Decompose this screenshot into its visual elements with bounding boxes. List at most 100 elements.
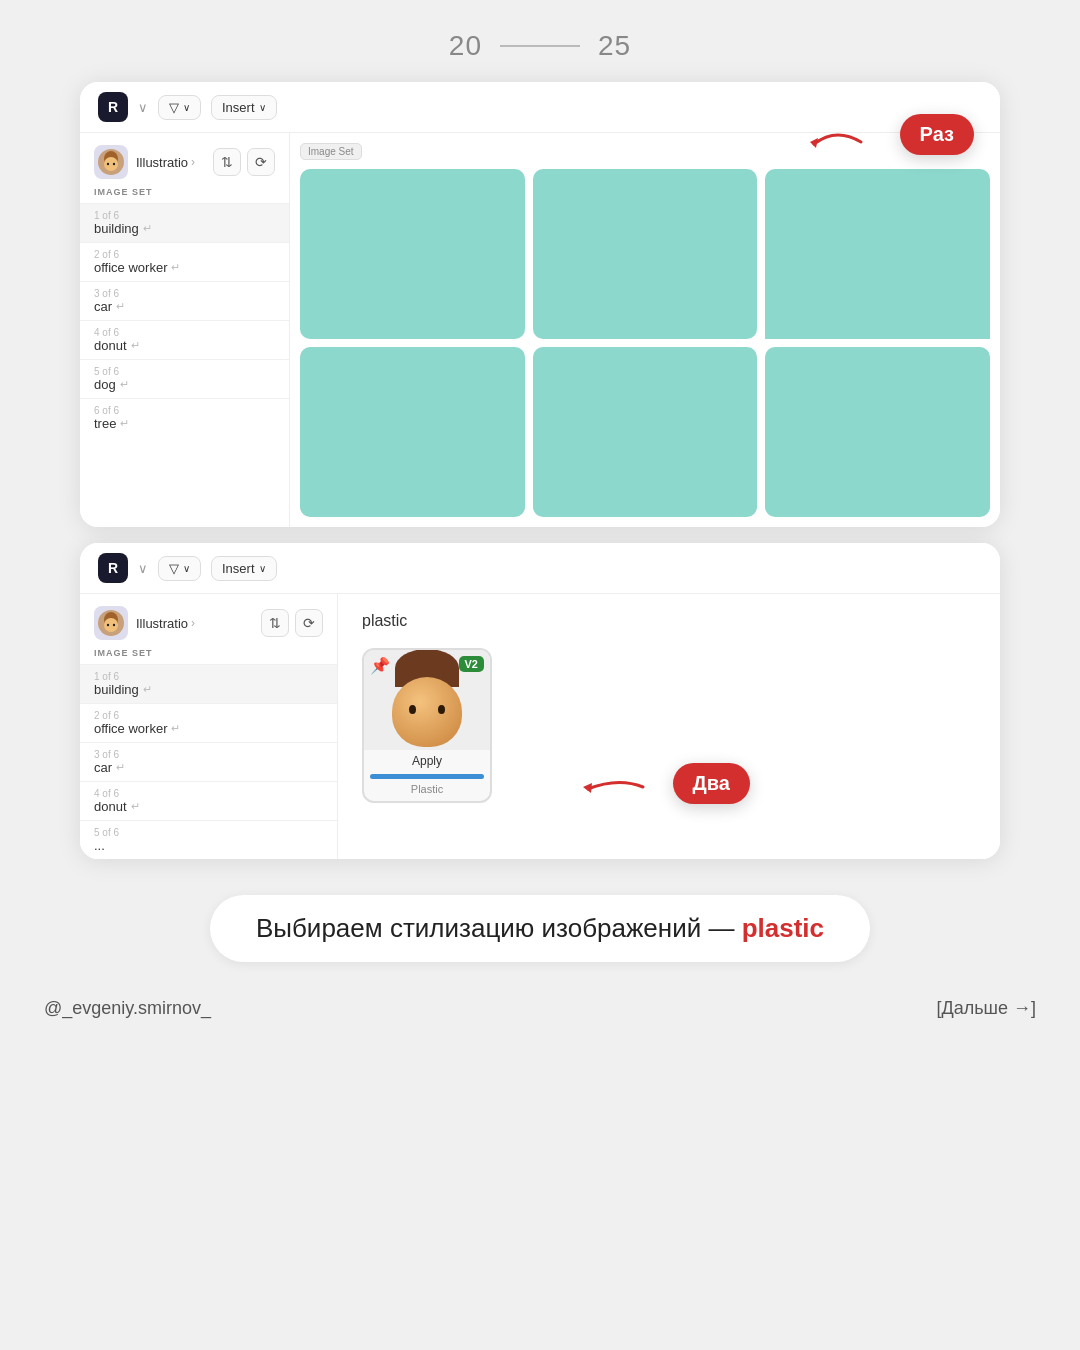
- footer-next[interactable]: [Дальше →]: [936, 998, 1036, 1019]
- return-icon: ↵: [120, 417, 129, 430]
- raz-bubble: Раз: [900, 114, 974, 155]
- sidebar-thumbnail: [94, 145, 128, 179]
- sidebar-list: 1 of 6 building ↵ 2 of 6 office worker ↵…: [80, 203, 289, 437]
- item-text: office worker ↵: [94, 721, 323, 742]
- panel2-content: plastic 📌 V2: [338, 594, 1000, 859]
- item-text: building ↵: [94, 221, 275, 242]
- toolbar-logo[interactable]: R: [98, 92, 128, 122]
- toolbar2-filter-btn[interactable]: ▽ ∨: [158, 556, 201, 581]
- image-cell: [533, 347, 758, 517]
- item-text: ...: [94, 838, 323, 859]
- pin-icon: 📌: [370, 656, 390, 675]
- item-num: 2 of 6: [94, 704, 323, 721]
- sidebar2-tag: IMAGE SET: [80, 648, 337, 664]
- insert-chevron-icon: ∨: [259, 102, 266, 113]
- sidebar2-actions: ⇅ ⟳: [261, 609, 323, 637]
- insert2-label: Insert: [222, 561, 255, 576]
- list-item[interactable]: 4 of 6 donut ↵: [80, 781, 337, 820]
- svg-point-4: [113, 163, 115, 165]
- footer-handle: @_evgeniy.smirnov_: [44, 998, 211, 1019]
- item-num: 3 of 6: [94, 282, 275, 299]
- sidebar-action-sliders[interactable]: ⇅: [213, 148, 241, 176]
- style-card: 📌 V2 Apply: [362, 648, 492, 803]
- sidebar2-label-path: Illustratio ›: [136, 616, 195, 631]
- list-item[interactable]: 5 of 6 dog ↵: [80, 359, 289, 398]
- number-right: 25: [598, 30, 631, 62]
- number-divider: [500, 45, 580, 47]
- toolbar2-insert-btn[interactable]: Insert ∨: [211, 556, 277, 581]
- panel2-sidebar: Illustratio › ⇅ ⟳ IMAGE SET 1 of 6 build…: [80, 594, 338, 859]
- image-grid: [290, 133, 1000, 527]
- item-num: 3 of 6: [94, 743, 323, 760]
- top-numbers-section: 20 25: [0, 0, 1080, 82]
- avatar2-icon: [97, 609, 125, 637]
- sidebar-action-share[interactable]: ⟳: [247, 148, 275, 176]
- style-card-image: 📌 V2: [364, 650, 490, 750]
- svg-point-10: [113, 624, 115, 626]
- toolbar-filter-btn[interactable]: ▽ ∨: [158, 95, 201, 120]
- sidebar2-action-share[interactable]: ⟳: [295, 609, 323, 637]
- image-cell: [533, 169, 758, 339]
- list-item[interactable]: 2 of 6 office worker ↵: [80, 242, 289, 281]
- sidebar2-header: Illustratio › ⇅ ⟳: [80, 594, 337, 648]
- caption-highlight: plastic: [742, 913, 824, 943]
- v2-badge: V2: [459, 656, 484, 672]
- sidebar2-thumbnail: [94, 606, 128, 640]
- avatar-icon: [97, 148, 125, 176]
- sidebar2-label: Illustratio: [136, 616, 188, 631]
- list-item[interactable]: 3 of 6 car ↵: [80, 281, 289, 320]
- image-cell: [300, 169, 525, 339]
- list-item[interactable]: 1 of 6 building ↵: [80, 203, 289, 242]
- panel1-wrapper: R ∨ ▽ ∨ Insert ∨: [40, 82, 1040, 527]
- number-left: 20: [449, 30, 482, 62]
- svg-marker-11: [583, 783, 592, 793]
- image-cell: [300, 347, 525, 517]
- char-eye-left: [409, 705, 416, 714]
- raz-arrow-icon: [806, 122, 866, 162]
- panel1-sidebar: Illustratio › ⇅ ⟳ IMAGE SET 1 of 6 build…: [80, 133, 290, 527]
- item-text: tree ↵: [94, 416, 275, 437]
- list-item[interactable]: 1 of 6 building ↵: [80, 664, 337, 703]
- list-item[interactable]: 6 of 6 tree ↵: [80, 398, 289, 437]
- footer: @_evgeniy.smirnov_ [Дальше →]: [0, 962, 1080, 1047]
- sidebar-actions: ⇅ ⟳: [213, 148, 275, 176]
- character-figure: [392, 661, 462, 747]
- style-apply-label: Apply: [364, 750, 490, 774]
- sidebar2-list: 1 of 6 building ↵ 2 of 6 office worker ↵…: [80, 664, 337, 859]
- return-icon: ↵: [120, 378, 129, 391]
- image-set-tag: Image Set: [300, 143, 362, 160]
- insert2-chevron-icon: ∨: [259, 563, 266, 574]
- sidebar2-action-sliders[interactable]: ⇅: [261, 609, 289, 637]
- item-text: car ↵: [94, 299, 275, 320]
- panel1-body: Illustratio › ⇅ ⟳ IMAGE SET 1 of 6 build…: [80, 133, 1000, 527]
- list-item[interactable]: 4 of 6 donut ↵: [80, 320, 289, 359]
- panel2-toolbar: R ∨ ▽ ∨ Insert ∨: [80, 543, 1000, 594]
- caption-plain: Выбираем стилизацию изображений —: [256, 913, 742, 943]
- sidebar-label: Illustratio: [136, 155, 188, 170]
- sidebar2-chevron-icon: ›: [191, 616, 195, 630]
- return-icon: ↵: [116, 300, 125, 313]
- char-eye-right: [438, 705, 445, 714]
- toolbar-insert-btn[interactable]: Insert ∨: [211, 95, 277, 120]
- toolbar2-logo[interactable]: R: [98, 553, 128, 583]
- sidebar-header: Illustratio › ⇅ ⟳: [80, 133, 289, 187]
- sidebar-tag: IMAGE SET: [80, 187, 289, 203]
- panel1-content: Image Set: [290, 133, 1000, 527]
- item-text: donut ↵: [94, 799, 323, 820]
- style-progress-bar: [370, 774, 484, 779]
- item-num: 2 of 6: [94, 243, 275, 260]
- dva-bubble: Два: [673, 763, 750, 804]
- list-item[interactable]: 5 of 6 ...: [80, 820, 337, 859]
- list-item[interactable]: 3 of 6 car ↵: [80, 742, 337, 781]
- item-text: car ↵: [94, 760, 323, 781]
- svg-marker-5: [810, 138, 818, 148]
- item-num: 4 of 6: [94, 782, 323, 799]
- item-num: 5 of 6: [94, 360, 275, 377]
- image-cell: [765, 169, 990, 339]
- return-icon: ↵: [116, 761, 125, 774]
- return-icon: ↵: [131, 339, 140, 352]
- list-item[interactable]: 2 of 6 office worker ↵: [80, 703, 337, 742]
- item-text: dog ↵: [94, 377, 275, 398]
- toolbar-chevron-icon: ∨: [138, 100, 148, 115]
- filter-chevron-icon: ∨: [183, 102, 190, 113]
